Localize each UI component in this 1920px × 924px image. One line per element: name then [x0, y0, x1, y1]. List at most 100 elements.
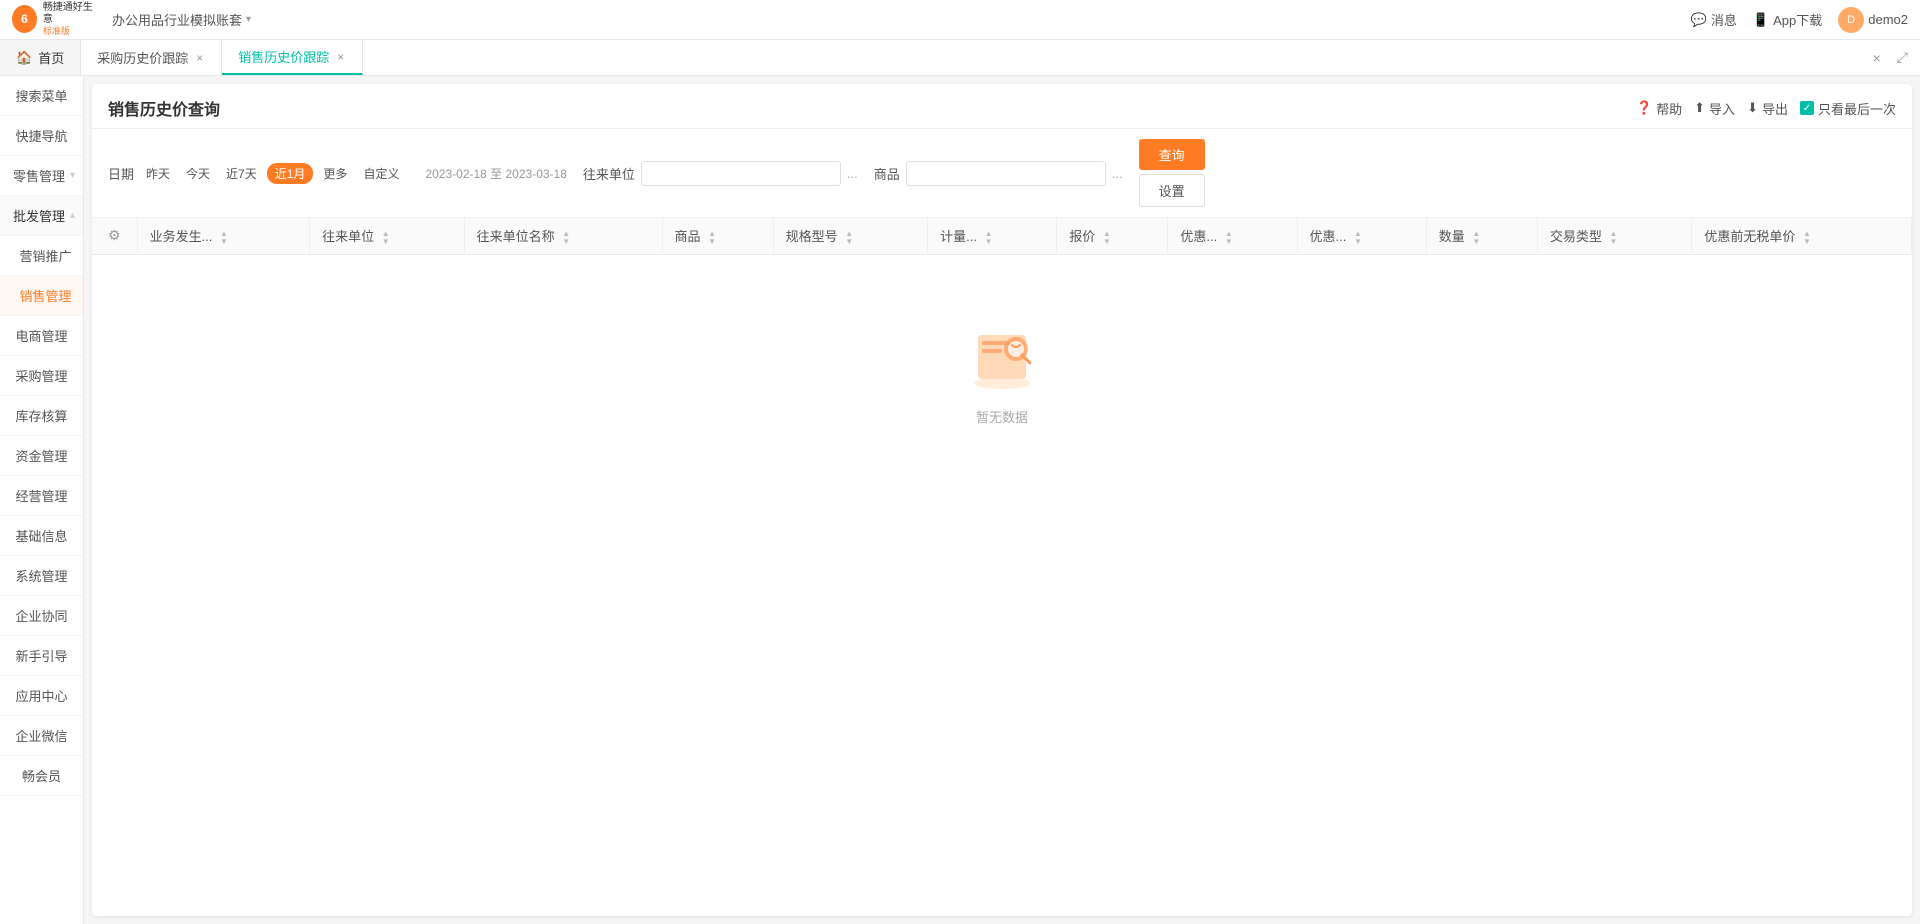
query-button[interactable]: 查询 — [1139, 139, 1205, 170]
sidebar-item-basic-info[interactable]: 基础信息 — [0, 516, 83, 556]
sidebar-item-enterprise-collab[interactable]: 企业协同 — [0, 596, 83, 636]
data-table: ⚙ 业务发生... ▲▼ 往来单位 ▲▼ 往来单位名称 — [92, 218, 1912, 255]
sort-icon: ▲▼ — [845, 230, 853, 246]
message-icon: 💬 — [1691, 12, 1707, 28]
export-action[interactable]: ⬇ 导出 — [1747, 99, 1788, 118]
message-action[interactable]: 💬 消息 — [1691, 10, 1737, 29]
avatar: D — [1838, 7, 1864, 33]
sidebar-item-marketing-promo[interactable]: 营销推广 — [0, 236, 83, 276]
checkbox-icon: ✓ — [1800, 101, 1814, 115]
source-unit-label: 往来单位 — [583, 164, 635, 183]
home-icon: 🏠 — [16, 50, 32, 66]
source-unit-filter: 往来单位 ... — [583, 161, 858, 186]
col-unit-name[interactable]: 往来单位名称 ▲▼ — [464, 218, 662, 254]
col-pre-tax-price[interactable]: 优惠前无税单价 ▲▼ — [1692, 218, 1912, 254]
sidebar-item-beginner-guide[interactable]: 新手引导 — [0, 636, 83, 676]
tab-home[interactable]: 🏠 首页 — [0, 40, 81, 75]
logo-area: 6 畅捷通好生意 标准版 — [12, 2, 96, 37]
col-discount1[interactable]: 优惠... ▲▼ — [1168, 218, 1297, 254]
sort-icon: ▲▼ — [1354, 230, 1362, 246]
source-unit-input[interactable] — [641, 161, 841, 186]
logo-icon: 6 — [12, 5, 37, 33]
page-header: 销售历史价查询 ❓ 帮助 ⬆ 导入 ⬇ 导出 ✓ — [92, 84, 1912, 129]
sidebar-item-enterprise-wechat[interactable]: 企业微信 — [0, 716, 83, 756]
col-goods[interactable]: 商品 ▲▼ — [662, 218, 773, 254]
table-header: ⚙ 业务发生... ▲▼ 往来单位 ▲▼ 往来单位名称 — [92, 218, 1912, 254]
sidebar-item-operations-mgmt[interactable]: 经营管理 — [0, 476, 83, 516]
header-left: 6 畅捷通好生意 标准版 办公用品行业模拟账套 ▾ — [12, 2, 259, 37]
sidebar-item-search-menu[interactable]: 搜索菜单 — [0, 76, 83, 116]
help-icon: ❓ — [1636, 100, 1652, 116]
industry-selector[interactable]: 办公用品行业模拟账套 ▾ — [104, 6, 259, 33]
col-settings[interactable]: ⚙ — [92, 218, 137, 254]
sort-icon: ▲▼ — [1225, 230, 1233, 246]
settings-button[interactable]: 设置 — [1139, 174, 1205, 207]
tab-bar: 🏠 首页 采购历史价跟踪 × 销售历史价跟踪 × × ⤢ — [0, 40, 1920, 76]
sidebar-item-finance-mgmt[interactable]: 资金管理 — [0, 436, 83, 476]
user-menu[interactable]: D demo2 — [1838, 7, 1908, 33]
export-icon: ⬇ — [1747, 100, 1758, 116]
sidebar: 搜索菜单 快捷导航 零售管理 ▾ 批发管理 ▴ 营销推广 销售管理 电商管理 采… — [0, 76, 84, 924]
sidebar-item-ecommerce-mgmt[interactable]: 电商管理 — [0, 316, 83, 356]
sort-icon: ▲▼ — [1103, 230, 1111, 246]
sort-icon: ▲▼ — [220, 230, 228, 246]
sort-icon: ▲▼ — [1609, 230, 1617, 246]
sidebar-item-app-center[interactable]: 应用中心 — [0, 676, 83, 716]
close-all-tabs-button[interactable]: × — [1869, 48, 1885, 68]
sidebar-item-purchase-mgmt[interactable]: 采购管理 — [0, 356, 83, 396]
empty-text: 暂无数据 — [976, 407, 1028, 426]
date-label: 日期 — [108, 164, 134, 183]
main-layout: 搜索菜单 快捷导航 零售管理 ▾ 批发管理 ▴ 营销推广 销售管理 电商管理 采… — [0, 76, 1920, 924]
only-last-checkbox[interactable]: ✓ 只看最后一次 — [1800, 99, 1896, 118]
sidebar-item-wholesale-mgmt[interactable]: 批发管理 ▴ — [0, 196, 83, 236]
col-trade-type[interactable]: 交易类型 ▲▼ — [1537, 218, 1692, 254]
col-discount2[interactable]: 优惠... ▲▼ — [1297, 218, 1426, 254]
import-action[interactable]: ⬆ 导入 — [1694, 99, 1735, 118]
expand-button[interactable]: ⤢ — [1893, 47, 1912, 68]
sort-icon: ▲▼ — [562, 230, 570, 246]
date-last7-btn[interactable]: 近7天 — [220, 163, 263, 184]
app-download-action[interactable]: 📱 App下载 — [1753, 10, 1822, 29]
import-icon: ⬆ — [1694, 100, 1705, 116]
tab-close-sales[interactable]: × — [335, 48, 346, 66]
tab-purchase-history[interactable]: 采购历史价跟踪 × — [81, 40, 222, 75]
chevron-down-icon: ▾ — [70, 170, 75, 181]
tab-sales-history[interactable]: 销售历史价跟踪 × — [222, 40, 363, 75]
sort-icon: ▲▼ — [382, 230, 390, 246]
sidebar-item-system-mgmt[interactable]: 系统管理 — [0, 556, 83, 596]
source-unit-dots[interactable]: ... — [847, 166, 858, 181]
gear-icon[interactable]: ⚙ — [104, 223, 125, 247]
sidebar-item-member-club[interactable]: 畅会员 — [0, 756, 83, 796]
filter-buttons: 查询 设置 — [1139, 139, 1205, 207]
date-more-btn[interactable]: 更多 — [317, 163, 353, 184]
sidebar-item-quick-nav[interactable]: 快捷导航 — [0, 116, 83, 156]
sidebar-item-retail-mgmt[interactable]: 零售管理 ▾ — [0, 156, 83, 196]
col-biz-date[interactable]: 业务发生... ▲▼ — [137, 218, 310, 254]
col-unit[interactable]: 计量... ▲▼ — [928, 218, 1057, 254]
empty-icon — [962, 315, 1042, 395]
tab-bar-actions: × ⤢ — [1861, 40, 1920, 75]
date-today-btn[interactable]: 今天 — [180, 163, 216, 184]
date-last1month-btn[interactable]: 近1月 — [267, 163, 314, 184]
sidebar-item-sales-mgmt[interactable]: 销售管理 — [0, 276, 83, 316]
col-spec[interactable]: 规格型号 ▲▼ — [773, 218, 928, 254]
table-header-row: ⚙ 业务发生... ▲▼ 往来单位 ▲▼ 往来单位名称 — [92, 218, 1912, 254]
tab-close-purchase[interactable]: × — [194, 49, 205, 67]
header-bar: 6 畅捷通好生意 标准版 办公用品行业模拟账套 ▾ 💬 消息 📱 App下载 D… — [0, 0, 1920, 40]
col-quantity[interactable]: 数量 ▲▼ — [1426, 218, 1537, 254]
date-custom-btn[interactable]: 自定义 — [357, 163, 405, 184]
empty-state: 暂无数据 — [92, 255, 1912, 486]
date-yesterday-btn[interactable]: 昨天 — [140, 163, 176, 184]
sidebar-item-inventory-check[interactable]: 库存核算 — [0, 396, 83, 436]
col-unit-code[interactable]: 往来单位 ▲▼ — [310, 218, 465, 254]
col-quote[interactable]: 报价 ▲▼ — [1057, 218, 1168, 254]
table-container: ⚙ 业务发生... ▲▼ 往来单位 ▲▼ 往来单位名称 — [92, 218, 1912, 916]
chevron-up-icon: ▴ — [70, 210, 75, 221]
date-buttons: 昨天 今天 近7天 近1月 更多 自定义 — [140, 163, 405, 184]
page-title: 销售历史价查询 — [108, 96, 220, 120]
help-action[interactable]: ❓ 帮助 — [1636, 99, 1682, 118]
date-range-group: 2023-02-18 至 2023-03-18 — [421, 165, 566, 182]
goods-input[interactable] — [906, 161, 1106, 186]
date-range-text: 2023-02-18 至 2023-03-18 — [425, 165, 566, 182]
goods-dots[interactable]: ... — [1112, 166, 1123, 181]
